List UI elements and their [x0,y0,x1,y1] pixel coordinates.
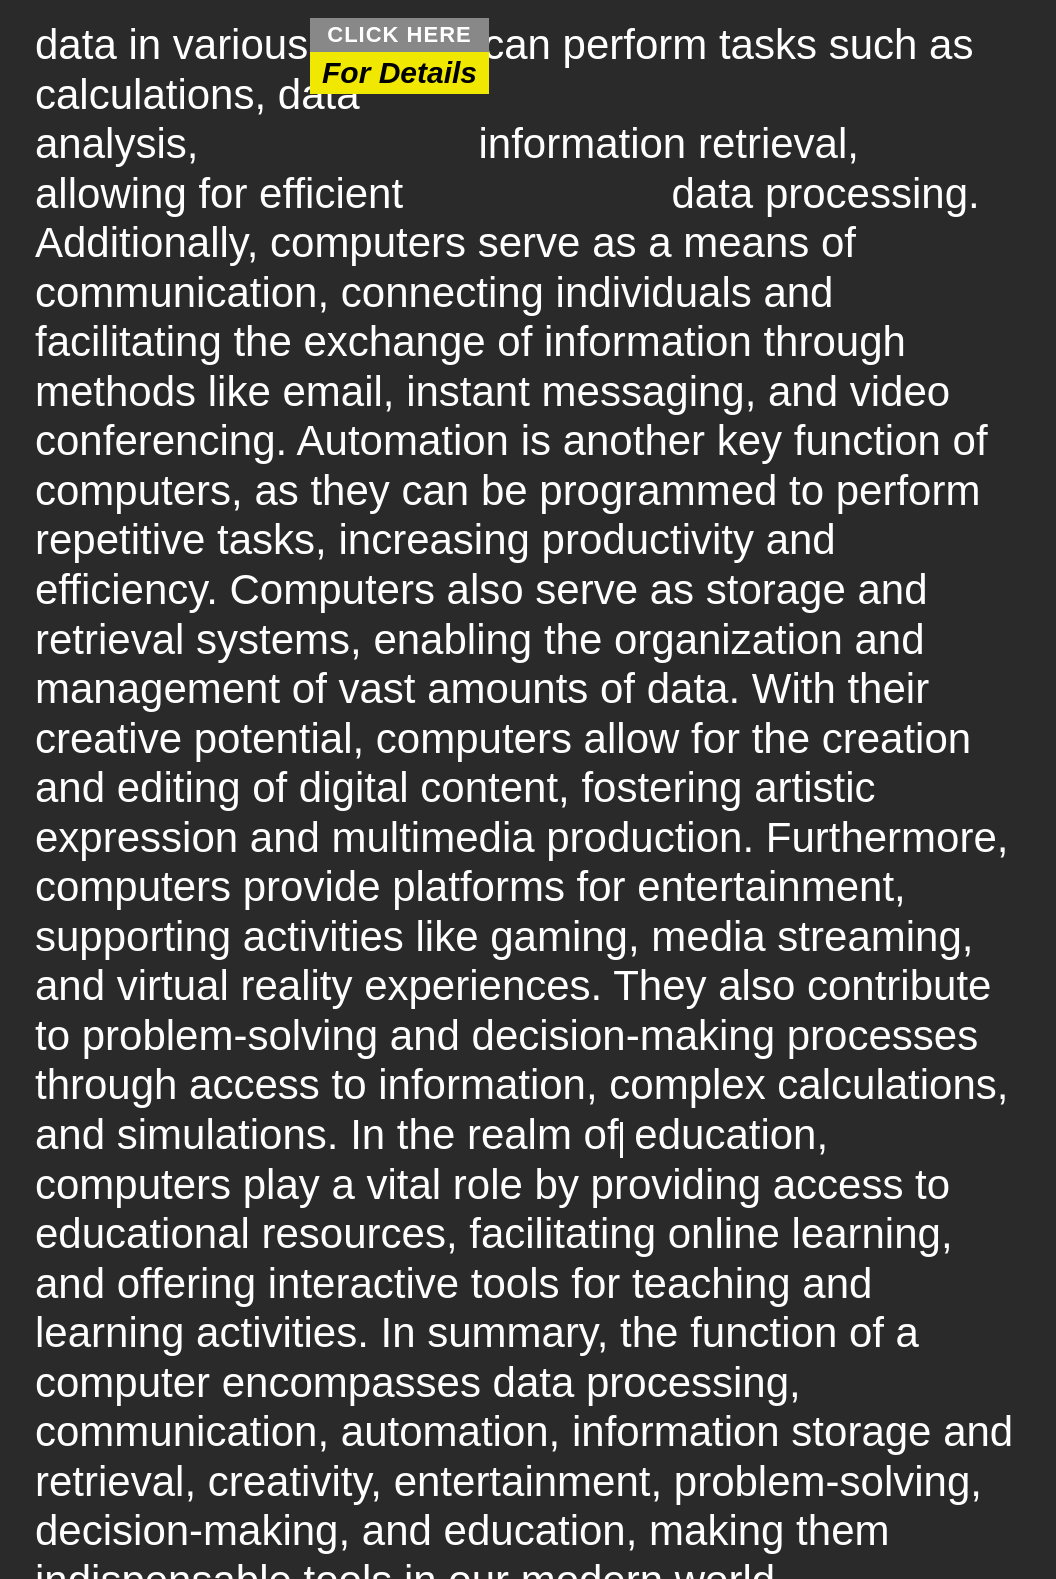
body-text: data in various forms. It can perform ta… [35,20,1021,1579]
click-here-overlay[interactable]: CLICK HERE For Details [310,18,489,94]
main-content: CLICK HERE For Details data in various f… [0,0,1056,1579]
click-here-bottom-label: For Details [310,52,489,94]
click-here-top-label: CLICK HERE [310,18,489,52]
text-cursor [620,1122,623,1158]
